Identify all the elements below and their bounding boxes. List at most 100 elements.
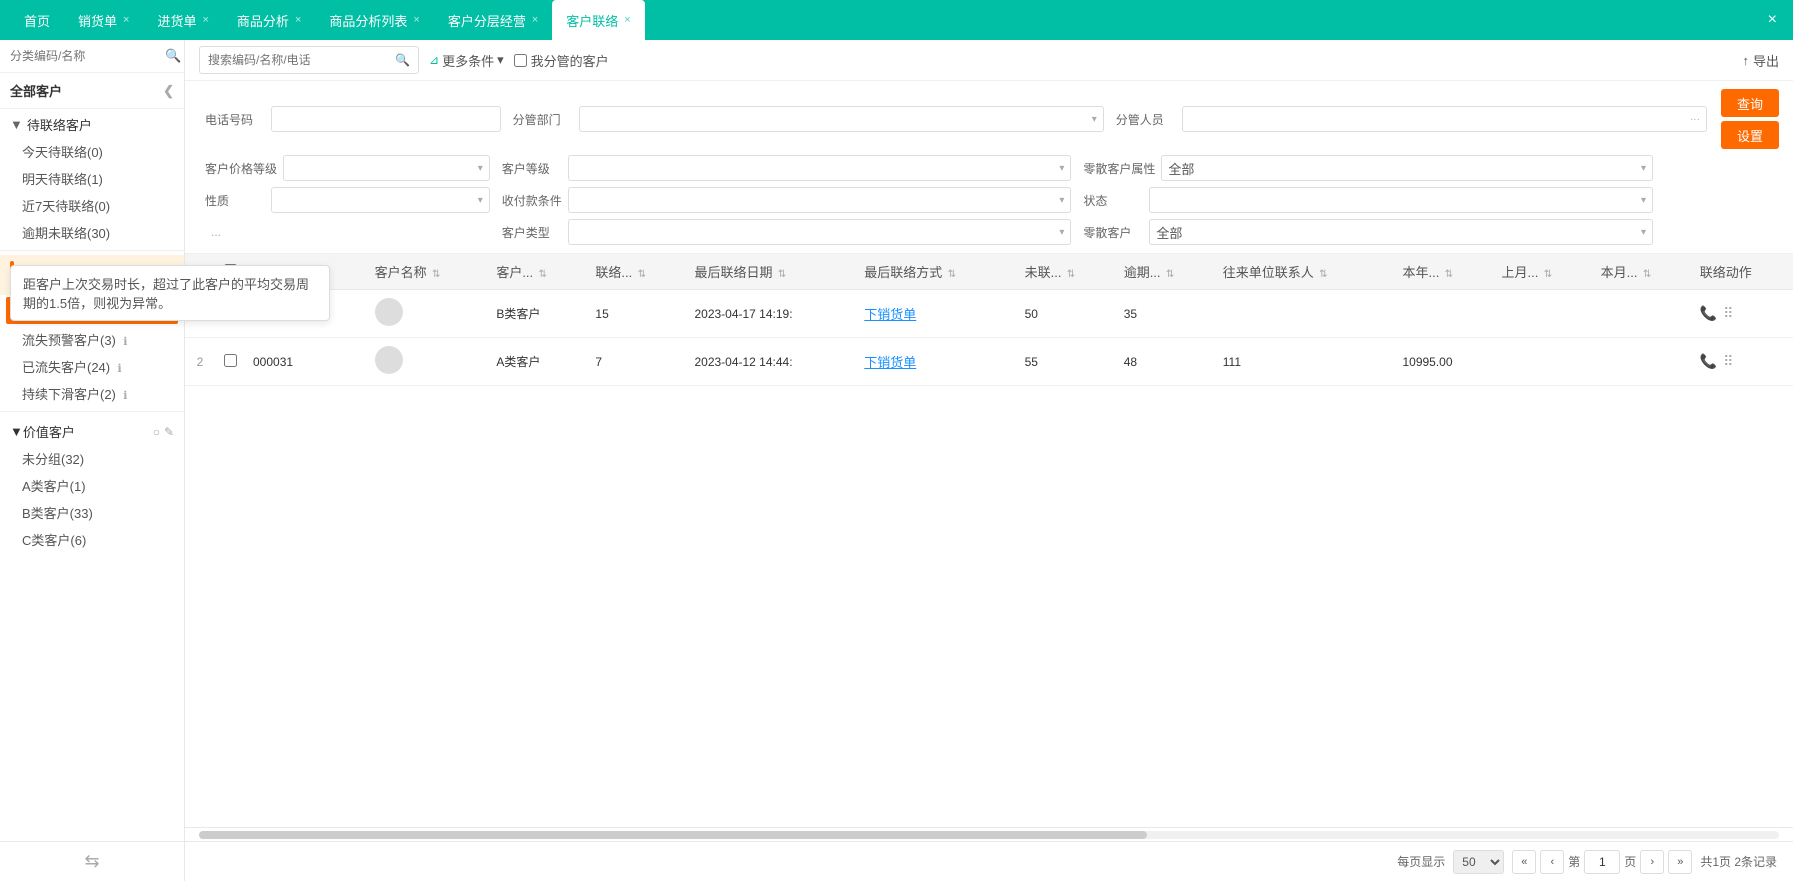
last-page-btn[interactable]: » — [1668, 850, 1692, 874]
row-method-2[interactable]: 下销货单 — [856, 338, 1016, 386]
sidebar-collapse-icon[interactable]: ❮ — [163, 83, 174, 99]
export-button[interactable]: ↑ 导出 — [1742, 51, 1779, 70]
sidebar-item-7days[interactable]: 近7天待联络(0) — [0, 192, 184, 219]
loss-warning-icon[interactable]: ℹ — [123, 336, 127, 348]
sidebar-item-class-a[interactable]: A类客户(1) — [0, 472, 184, 499]
sidebar-item-loss-warning[interactable]: 流失预警客户(3) ℹ — [0, 326, 184, 353]
sidebar-item-class-b[interactable]: B类客户(33) — [0, 499, 184, 526]
gender-down-icon: ▾ — [478, 195, 483, 206]
sidebar-item-overdue[interactable]: 逾期未联络(30) — [0, 219, 184, 246]
total-info: 共1页 2条记录 — [1700, 853, 1777, 870]
sidebar-section-waiting[interactable]: ▼ 待联络客户 — [0, 109, 184, 138]
my-customer-checkbox[interactable] — [514, 54, 527, 67]
query-button[interactable]: 查询 — [1721, 89, 1779, 117]
sidebar-toggle-btn[interactable]: ⇆ — [84, 851, 99, 872]
tab-customer-contact[interactable]: 客户联络 × — [552, 0, 644, 40]
retail-attr-down-icon: ▾ — [1641, 163, 1646, 174]
prev-page-btn[interactable]: ‹ — [1540, 850, 1564, 874]
retail-customer-select[interactable]: 全部 ▾ — [1149, 219, 1653, 245]
row-2-checkbox[interactable] — [224, 354, 237, 367]
value-edit-icon[interactable]: ○ — [153, 425, 160, 439]
more-icon-2[interactable]: ⠿ — [1723, 353, 1733, 370]
retail-attr-select[interactable]: 全部 ▾ — [1161, 155, 1653, 181]
row-date-1: 2023-04-17 14:19: — [686, 290, 856, 338]
scroll-track[interactable] — [199, 831, 1779, 839]
sidebar-search-input[interactable] — [10, 49, 165, 63]
value-add-icon[interactable]: ✎ — [164, 425, 174, 439]
close-customer-contact-tab[interactable]: × — [624, 14, 630, 26]
sidebar-section-value[interactable]: ▼ 价值客户 ○ ✎ — [0, 416, 184, 445]
customer-grade-select[interactable]: ▾ — [568, 155, 1072, 181]
per-page-select[interactable]: 50 100 200 — [1453, 850, 1504, 874]
col-last-contact-method[interactable]: 最后联络方式 ⇅ — [856, 254, 1016, 290]
manager-select[interactable]: ··· — [1182, 106, 1707, 132]
scroll-thumb[interactable] — [199, 831, 1147, 839]
customer-grade-cell: 客户等级 ▾ — [496, 155, 1078, 181]
row-overdue-1: 35 — [1116, 290, 1215, 338]
tab-sales[interactable]: 销货单 × — [64, 0, 143, 40]
sidebar-item-today[interactable]: 今天待联络(0) — [0, 138, 184, 165]
sidebar-item-ungrouped[interactable]: 未分组(32) — [0, 445, 184, 472]
col-overdue[interactable]: 逾期... ⇅ — [1116, 254, 1215, 290]
col-last-month[interactable]: 上月... ⇅ — [1494, 254, 1593, 290]
phone-cell: 电话号码 — [199, 106, 507, 132]
window-close-button[interactable]: × — [1768, 11, 1777, 29]
phone-input[interactable] — [271, 106, 501, 132]
page-nav: « ‹ 第 页 › » — [1512, 850, 1692, 874]
tab-customer-tier[interactable]: 客户分层经营 × — [434, 0, 552, 40]
filter-more-btn[interactable]: ... — [205, 225, 227, 239]
sidebar-item-tomorrow[interactable]: 明天待联络(1) — [0, 165, 184, 192]
horizontal-scrollbar[interactable] — [185, 827, 1793, 841]
declining-icon[interactable]: ℹ — [123, 390, 127, 402]
sidebar-item-lost[interactable]: 已流失客户(24) ℹ — [0, 353, 184, 380]
col-current-year[interactable]: 本年... ⇅ — [1394, 254, 1493, 290]
close-product-analysis-tab[interactable]: × — [295, 14, 301, 26]
row-actions-1: 📞 ⠿ — [1692, 290, 1793, 338]
col-customer-name[interactable]: 客户名称 ⇅ — [367, 254, 489, 290]
col-current-month[interactable]: 本月... ⇅ — [1593, 254, 1692, 290]
customer-type-cell: 客户类型 ▾ — [496, 219, 1078, 245]
search-input[interactable] — [208, 53, 395, 67]
dept-select[interactable]: ▾ — [579, 106, 1104, 132]
tab-product-analysis-list[interactable]: 商品分析列表 × — [315, 0, 433, 40]
tooltip-box: 距客户上次交易时长，超过了此客户的平均交易周期的1.5倍，则视为异常。 — [10, 265, 330, 321]
first-page-btn[interactable]: « — [1512, 850, 1536, 874]
settings-button[interactable]: 设置 — [1721, 121, 1779, 149]
row-checkbox-2[interactable] — [215, 338, 245, 386]
col-contact-person[interactable]: 往来单位联系人 ⇅ — [1215, 254, 1395, 290]
row-method-link-1[interactable]: 下销货单 — [864, 307, 916, 322]
next-page-btn[interactable]: › — [1640, 850, 1664, 874]
price-grade-select[interactable]: ▾ — [283, 155, 490, 181]
more-conditions-btn[interactable]: ⊿ 更多条件 ▾ — [429, 51, 504, 70]
col-uncontacted[interactable]: 未联... ⇅ — [1017, 254, 1116, 290]
close-product-list-tab[interactable]: × — [413, 14, 419, 26]
contact-icon-1[interactable]: 📞 — [1700, 305, 1717, 322]
row-method-1[interactable]: 下销货单 — [856, 290, 1016, 338]
payment-down-icon: ▾ — [1059, 195, 1064, 206]
sidebar-item-class-c[interactable]: C类客户(6) — [0, 526, 184, 553]
sidebar-item-declining[interactable]: 持续下滑客户(2) ℹ — [0, 380, 184, 407]
close-customer-tier-tab[interactable]: × — [532, 14, 538, 26]
filter-row-3: 性质 ▾ 收付款条件 ▾ 状态 — [199, 187, 1779, 213]
page-input[interactable] — [1584, 850, 1620, 874]
row-actions-2: 📞 ⠿ — [1692, 338, 1793, 386]
col-contact-count[interactable]: 联络... ⇅ — [587, 254, 686, 290]
status-select[interactable]: ▾ — [1149, 187, 1653, 213]
search-icon[interactable]: 🔍 — [395, 53, 410, 67]
tab-purchase[interactable]: 进货单 × — [143, 0, 222, 40]
gender-select[interactable]: ▾ — [271, 187, 490, 213]
tab-home[interactable]: 首页 — [10, 0, 64, 40]
col-customer-type[interactable]: 客户... ⇅ — [488, 254, 587, 290]
contact-icon-2[interactable]: 📞 — [1700, 353, 1717, 370]
row-method-link-2[interactable]: 下销货单 — [864, 355, 916, 370]
lost-icon[interactable]: ℹ — [117, 363, 121, 375]
close-sales-tab[interactable]: × — [123, 14, 129, 26]
more-icon-1[interactable]: ⠿ — [1723, 305, 1733, 322]
close-purchase-tab[interactable]: × — [202, 14, 208, 26]
tab-product-analysis[interactable]: 商品分析 × — [223, 0, 315, 40]
customer-type-select[interactable]: ▾ — [568, 219, 1072, 245]
sidebar-search-icon[interactable]: 🔍 — [165, 48, 181, 64]
col-last-contact-date[interactable]: 最后联络日期 ⇅ — [686, 254, 856, 290]
sidebar-all-customers-header[interactable]: 全部客户 ❮ — [0, 73, 184, 109]
payment-select[interactable]: ▾ — [568, 187, 1072, 213]
